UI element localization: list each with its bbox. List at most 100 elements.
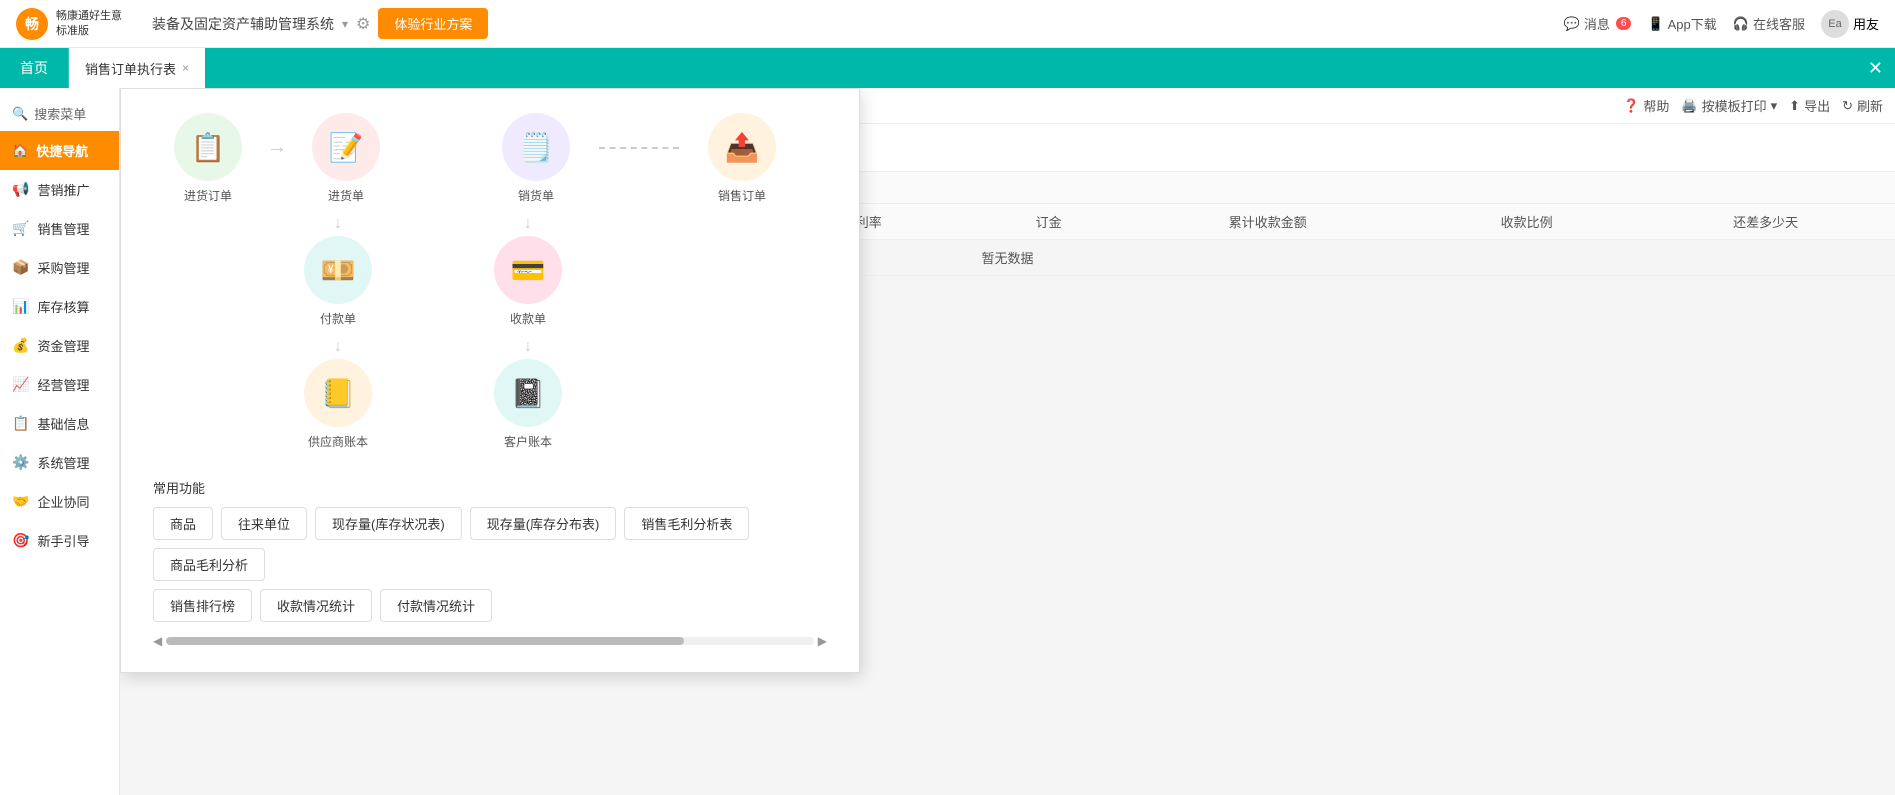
home-icon: 🏠 xyxy=(12,143,28,159)
func-btn-0[interactable]: 商品 xyxy=(153,507,213,540)
help-icon: ❓ xyxy=(1623,98,1639,114)
message-badge: 6 xyxy=(1616,17,1632,30)
settings-icon[interactable]: ⚙ xyxy=(356,14,370,34)
trial-button[interactable]: 体验行业方案 xyxy=(378,8,488,39)
tab-home[interactable]: 首页 xyxy=(0,48,69,88)
flow-node-sale-order[interactable]: 📤 销售订单 xyxy=(687,113,797,204)
main-layout: 🔍 搜索菜单 🏠 快捷导航 📢 营销推广 🛒 销售管理 📦 采购管理 📊 库存核… xyxy=(0,88,1895,795)
sidebar-item-collab[interactable]: 🤝 企业协同 xyxy=(0,482,119,521)
tab-close-icon[interactable]: × xyxy=(182,61,189,75)
flow-node-customer-account[interactable]: 📓 客户账本 xyxy=(473,359,583,450)
tab-bar-close-icon[interactable]: ✕ xyxy=(1868,58,1883,79)
flow-node-supplier-account[interactable]: 📒 供应商账本 xyxy=(283,359,393,450)
sidebar-quick-nav[interactable]: 🏠 快捷导航 xyxy=(0,131,119,170)
message-icon: 💬 xyxy=(1564,16,1580,32)
table-col-订金: 订金 xyxy=(979,204,1119,240)
sidebar-item-marketing[interactable]: 📢 营销推广 xyxy=(0,170,119,209)
sidebar-item-purchase[interactable]: 📦 采购管理 xyxy=(0,248,119,287)
purchase-bill-circle: 📝 xyxy=(312,113,380,181)
arrow-down-sale-bill: ↓ xyxy=(473,216,583,232)
search-menu[interactable]: 🔍 搜索菜单 xyxy=(0,96,119,131)
basics-icon: 📋 xyxy=(12,415,29,432)
receipt-bill-circle: 💳 xyxy=(494,236,562,304)
user-area[interactable]: Ea 用友 xyxy=(1821,10,1879,38)
sidebar-item-system[interactable]: ⚙️ 系统管理 xyxy=(0,443,119,482)
flow-col-sale-bill: 🗒️ 销货单 xyxy=(481,113,591,204)
help-button[interactable]: ❓ 帮助 xyxy=(1623,96,1669,115)
customer-account-label: 客户账本 xyxy=(504,433,552,450)
content-area: ❓ 帮助 🖨️ 按模板打印 ▾ ⬆ 导出 ↻ 刷新 xyxy=(120,88,1895,795)
table-col-还差多少天: 还差多少天 xyxy=(1636,204,1895,240)
table-col-收款比例: 收款比例 xyxy=(1417,204,1636,240)
system-dropdown-icon[interactable]: ▾ xyxy=(342,17,348,31)
refresh-button[interactable]: ↻ 刷新 xyxy=(1842,96,1883,115)
sale-order-label: 销售订单 xyxy=(718,187,766,204)
app-download-button[interactable]: 📱 App下载 xyxy=(1647,14,1716,33)
print-dropdown-icon: ▾ xyxy=(1771,98,1778,114)
func-buttons-row1: 商品往来单位现存量(库存状况表)现存量(库存分布表)销售毛利分析表商品毛利分析 xyxy=(153,507,827,581)
flow-row-1: 📋 进货订单 → 📝 进货单 xyxy=(153,113,797,204)
system-title-text: 装备及固定资产辅助管理系统 xyxy=(152,14,334,34)
purchase-icon: 📦 xyxy=(12,259,29,276)
guide-icon: 🎯 xyxy=(12,532,29,549)
receipt-bill-label: 收款单 xyxy=(510,310,546,327)
flow-node-purchase-order[interactable]: 📋 进货订单 xyxy=(153,113,263,204)
marketing-icon: 📢 xyxy=(12,181,29,198)
sale-bill-circle: 🗒️ xyxy=(502,113,570,181)
flow-diagram: 📋 进货订单 → 📝 进货单 xyxy=(153,113,827,458)
top-header: 畅 畅康通好生意 标准版 装备及固定资产辅助管理系统 ▾ ⚙ 体验行业方案 💬 … xyxy=(0,0,1895,48)
tab-active[interactable]: 销售订单执行表 × xyxy=(69,48,205,88)
func-btn-6[interactable]: 销售排行榜 xyxy=(153,589,252,622)
func-btn-3[interactable]: 现存量(库存分布表) xyxy=(470,507,617,540)
tab-bar: 首页 销售订单执行表 × ✕ xyxy=(0,48,1895,88)
search-icon: 🔍 xyxy=(12,106,28,122)
scroll-right-icon[interactable]: ▶ xyxy=(818,634,827,648)
payment-bill-circle: 💴 xyxy=(304,236,372,304)
payment-bill-label: 付款单 xyxy=(320,310,356,327)
message-button[interactable]: 💬 消息 6 xyxy=(1564,14,1632,33)
arrow-down-payment: ↓ xyxy=(283,339,393,355)
export-button[interactable]: ⬆ 导出 xyxy=(1789,96,1830,115)
finance-icon: 💰 xyxy=(12,337,29,354)
sales-icon: 🛒 xyxy=(12,220,29,237)
func-btn-1[interactable]: 往来单位 xyxy=(221,507,307,540)
supplier-account-circle: 📒 xyxy=(304,359,372,427)
export-icon: ⬆ xyxy=(1789,98,1800,114)
logo-icon: 畅 xyxy=(16,8,48,40)
sidebar-item-guide[interactable]: 🎯 新手引导 xyxy=(0,521,119,560)
flow-col-purchase-bill: 📝 进货单 xyxy=(291,113,401,204)
scroll-track[interactable] xyxy=(166,637,814,645)
app-icon: 📱 xyxy=(1647,16,1663,32)
online-service-button[interactable]: 🎧 在线客服 xyxy=(1733,14,1805,33)
flow-node-sale-bill[interactable]: 🗒️ 销货单 xyxy=(481,113,591,204)
flow-node-payment-bill[interactable]: 💴 付款单 xyxy=(283,236,393,327)
sidebar-item-sales[interactable]: 🛒 销售管理 xyxy=(0,209,119,248)
scroll-left-icon[interactable]: ◀ xyxy=(153,634,162,648)
service-icon: 🎧 xyxy=(1733,16,1749,32)
func-btn-5[interactable]: 商品毛利分析 xyxy=(153,548,265,581)
sale-order-circle: 📤 xyxy=(708,113,776,181)
customer-account-circle: 📓 xyxy=(494,359,562,427)
print-button[interactable]: 🖨️ 按模板打印 ▾ xyxy=(1681,96,1777,115)
sidebar: 🔍 搜索菜单 🏠 快捷导航 📢 营销推广 🛒 销售管理 📦 采购管理 📊 库存核… xyxy=(0,88,120,795)
func-btn-7[interactable]: 收款情况统计 xyxy=(260,589,372,622)
system-icon: ⚙️ xyxy=(12,454,29,471)
func-btn-2[interactable]: 现存量(库存状况表) xyxy=(315,507,462,540)
supplier-account-label: 供应商账本 xyxy=(308,433,368,450)
sidebar-item-operations[interactable]: 📈 经营管理 xyxy=(0,365,119,404)
flow-row-3: 📒 供应商账本 📓 客户账本 xyxy=(283,359,583,450)
arrow-purchase-order-to-bill: → xyxy=(267,136,287,181)
sidebar-item-basics[interactable]: 📋 基础信息 xyxy=(0,404,119,443)
arrow-down-receipt: ↓ xyxy=(473,339,583,355)
operations-icon: 📈 xyxy=(12,376,29,393)
print-icon: 🖨️ xyxy=(1681,98,1697,114)
popup-scrollbar: ◀ ▶ xyxy=(153,634,827,648)
sidebar-item-finance[interactable]: 💰 资金管理 xyxy=(0,326,119,365)
flow-node-receipt-bill[interactable]: 💳 收款单 xyxy=(473,236,583,327)
sidebar-item-inventory[interactable]: 📊 库存核算 xyxy=(0,287,119,326)
func-btn-8[interactable]: 付款情况统计 xyxy=(380,589,492,622)
purchase-order-label: 进货订单 xyxy=(184,187,232,204)
flow-node-purchase-bill[interactable]: 📝 进货单 xyxy=(291,113,401,204)
func-btn-4[interactable]: 销售毛利分析表 xyxy=(624,507,749,540)
dashed-arrow-sale xyxy=(599,147,679,171)
